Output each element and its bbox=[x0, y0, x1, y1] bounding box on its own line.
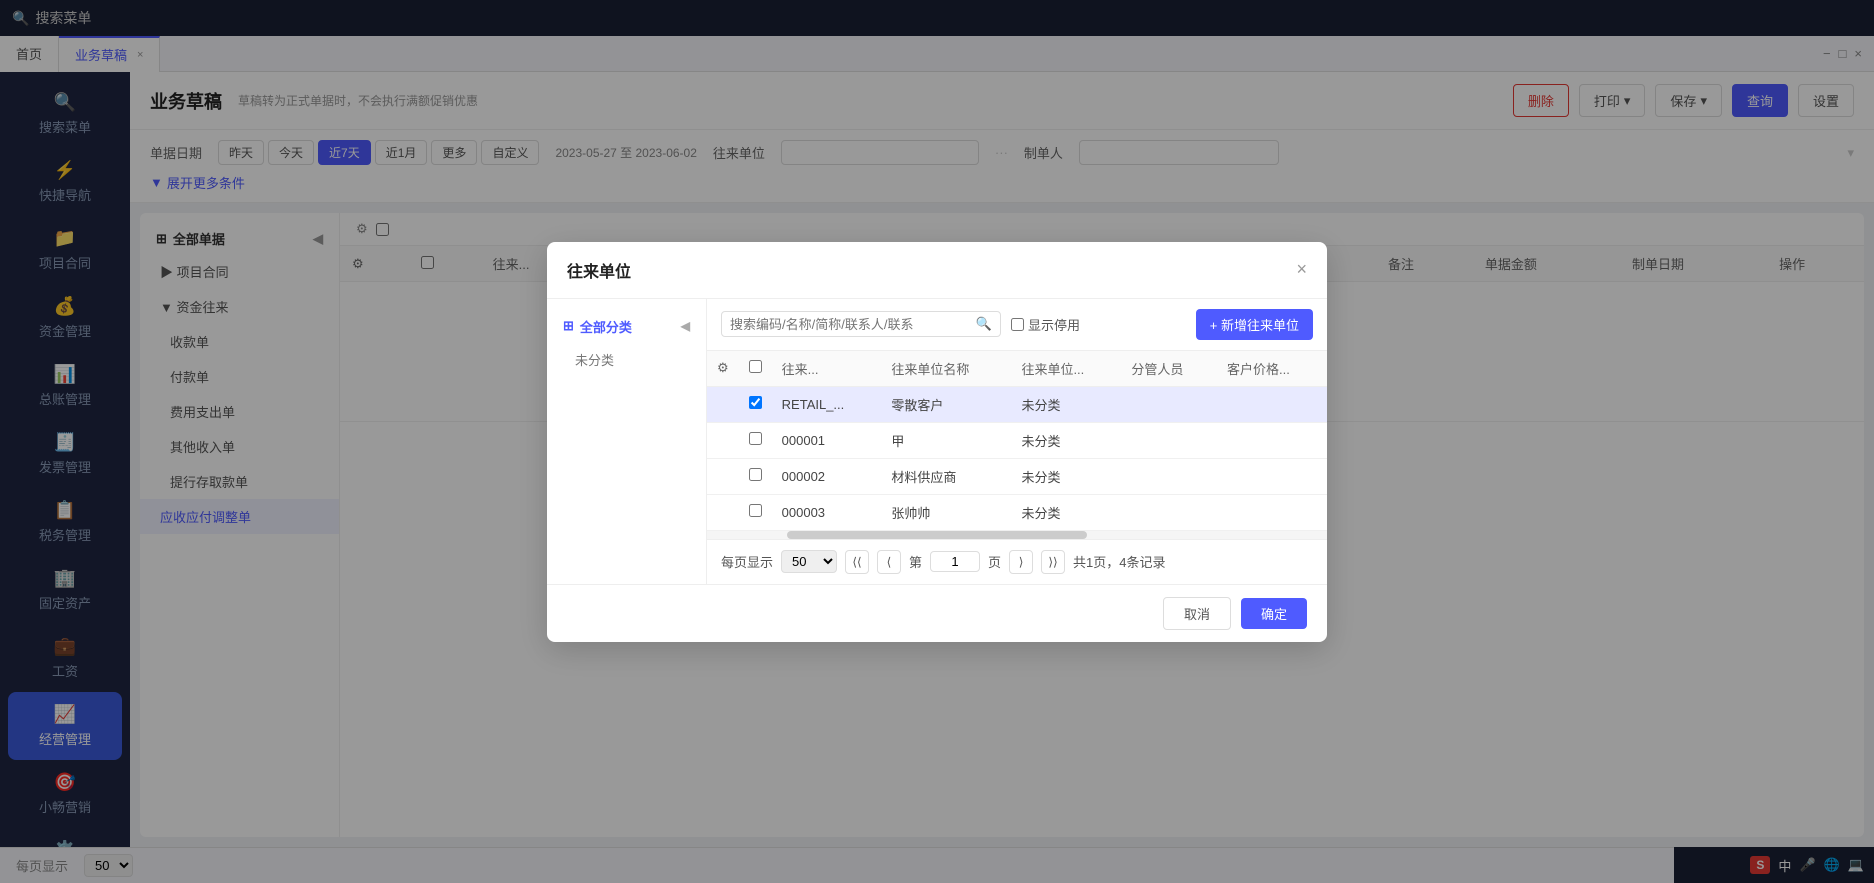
row2-checkbox[interactable] bbox=[739, 422, 772, 458]
row3-manager bbox=[1121, 458, 1217, 494]
per-page-label: 每页显示 bbox=[721, 552, 773, 571]
row2-category: 未分类 bbox=[1011, 422, 1121, 458]
dialog-table-row[interactable]: RETAIL_... 零散客户 未分类 bbox=[707, 386, 1327, 422]
row4-gear bbox=[707, 494, 739, 530]
modal-overlay: 往来单位 × ⊞ 全部分类 ◀ 未分类 bbox=[0, 0, 1874, 883]
page-prefix: 第 bbox=[909, 552, 922, 571]
row1-manager bbox=[1121, 386, 1217, 422]
confirm-button[interactable]: 确定 bbox=[1241, 598, 1307, 629]
prev-page-btn[interactable]: ⟨ bbox=[877, 550, 901, 574]
first-page-btn[interactable]: ⟨⟨ bbox=[845, 550, 869, 574]
dialog-table: ⚙ 往来... 往来单位名称 往来单位... 分管人员 客户价格... bbox=[707, 351, 1327, 531]
dialog-table-header: ⚙ 往来... 往来单位名称 往来单位... 分管人员 客户价格... bbox=[707, 351, 1327, 387]
dialog-pagination: 每页显示 50 100 ⟨⟨ ⟨ 第 页 ⟩ ⟩⟩ 共1页，4条记录 bbox=[707, 539, 1327, 584]
row2-price bbox=[1217, 422, 1327, 458]
page-suffix: 页 bbox=[988, 552, 1001, 571]
next-page-btn[interactable]: ⟩ bbox=[1009, 550, 1033, 574]
grid-icon2: ⊞ bbox=[563, 318, 574, 334]
row1-name: 零散客户 bbox=[881, 386, 1011, 422]
dcol-manager: 分管人员 bbox=[1121, 351, 1217, 387]
dialog-scrollbar[interactable] bbox=[707, 531, 1327, 539]
dcol-name: 往来单位名称 bbox=[881, 351, 1011, 387]
row1-category: 未分类 bbox=[1011, 386, 1121, 422]
show-disabled-checkbox[interactable] bbox=[1011, 318, 1024, 331]
total-info: 共1页，4条记录 bbox=[1073, 552, 1165, 571]
dialog-table-container: ⚙ 往来... 往来单位名称 往来单位... 分管人员 客户价格... bbox=[707, 351, 1327, 531]
dialog-header-checkbox[interactable] bbox=[749, 360, 762, 373]
new-counterparty-btn[interactable]: + 新增往来单位 bbox=[1196, 309, 1313, 340]
dcol-category: 往来单位... bbox=[1011, 351, 1121, 387]
dialog-table-row[interactable]: 000002 材料供应商 未分类 bbox=[707, 458, 1327, 494]
dialog-table-row[interactable]: 000003 张帅帅 未分类 bbox=[707, 494, 1327, 530]
row4-checkbox[interactable] bbox=[739, 494, 772, 530]
row2-gear bbox=[707, 422, 739, 458]
dialog-search-icon: 🔍 bbox=[976, 316, 992, 332]
row1-code: RETAIL_... bbox=[772, 386, 882, 422]
dialog-toolbar: 🔍 显示停用 + 新增往来单位 bbox=[707, 299, 1327, 351]
row3-category: 未分类 bbox=[1011, 458, 1121, 494]
row1-price bbox=[1217, 386, 1327, 422]
dcol-checkbox bbox=[739, 351, 772, 387]
row2-name: 甲 bbox=[881, 422, 1011, 458]
row2-code: 000001 bbox=[772, 422, 882, 458]
dcol-price: 客户价格... bbox=[1217, 351, 1327, 387]
row1-gear bbox=[707, 386, 739, 422]
row3-gear bbox=[707, 458, 739, 494]
dialog-right-panel: 🔍 显示停用 + 新增往来单位 ⚙ bbox=[707, 299, 1327, 584]
counterparty-dialog: 往来单位 × ⊞ 全部分类 ◀ 未分类 bbox=[547, 242, 1327, 642]
row3-checkbox[interactable] bbox=[739, 458, 772, 494]
row3-code: 000002 bbox=[772, 458, 882, 494]
row4-code: 000003 bbox=[772, 494, 882, 530]
current-page-input[interactable] bbox=[930, 551, 980, 572]
dialog-title: 往来单位 bbox=[567, 258, 631, 282]
per-page-select[interactable]: 50 100 bbox=[781, 550, 837, 573]
row3-name: 材料供应商 bbox=[881, 458, 1011, 494]
row1-checkbox[interactable] bbox=[739, 386, 772, 422]
dialog-footer: 取消 确定 bbox=[547, 584, 1327, 642]
row3-price bbox=[1217, 458, 1327, 494]
dialog-scrollbar-thumb[interactable] bbox=[787, 531, 1087, 539]
dialog-search-box[interactable]: 🔍 bbox=[721, 311, 1001, 337]
dialog-table-row[interactable]: 000001 甲 未分类 bbox=[707, 422, 1327, 458]
row4-category: 未分类 bbox=[1011, 494, 1121, 530]
dialog-search-input[interactable] bbox=[730, 317, 970, 332]
left-collapse-btn[interactable]: ◀ bbox=[681, 319, 690, 333]
dialog-category-all[interactable]: ⊞ 全部分类 ◀ bbox=[547, 309, 706, 344]
dialog-close-btn[interactable]: × bbox=[1296, 259, 1307, 280]
dialog-header: 往来单位 × bbox=[547, 242, 1327, 299]
row4-price bbox=[1217, 494, 1327, 530]
dcol-gear: ⚙ bbox=[707, 351, 739, 387]
last-page-btn[interactable]: ⟩⟩ bbox=[1041, 550, 1065, 574]
dialog-body: ⊞ 全部分类 ◀ 未分类 🔍 显示停用 bbox=[547, 299, 1327, 584]
dcol-code: 往来... bbox=[772, 351, 882, 387]
dialog-category-unclassified[interactable]: 未分类 bbox=[547, 344, 706, 375]
show-disabled-label[interactable]: 显示停用 bbox=[1011, 315, 1080, 334]
row4-name: 张帅帅 bbox=[881, 494, 1011, 530]
dialog-left-panel: ⊞ 全部分类 ◀ 未分类 bbox=[547, 299, 707, 584]
row2-manager bbox=[1121, 422, 1217, 458]
cancel-button[interactable]: 取消 bbox=[1163, 597, 1231, 630]
row4-manager bbox=[1121, 494, 1217, 530]
